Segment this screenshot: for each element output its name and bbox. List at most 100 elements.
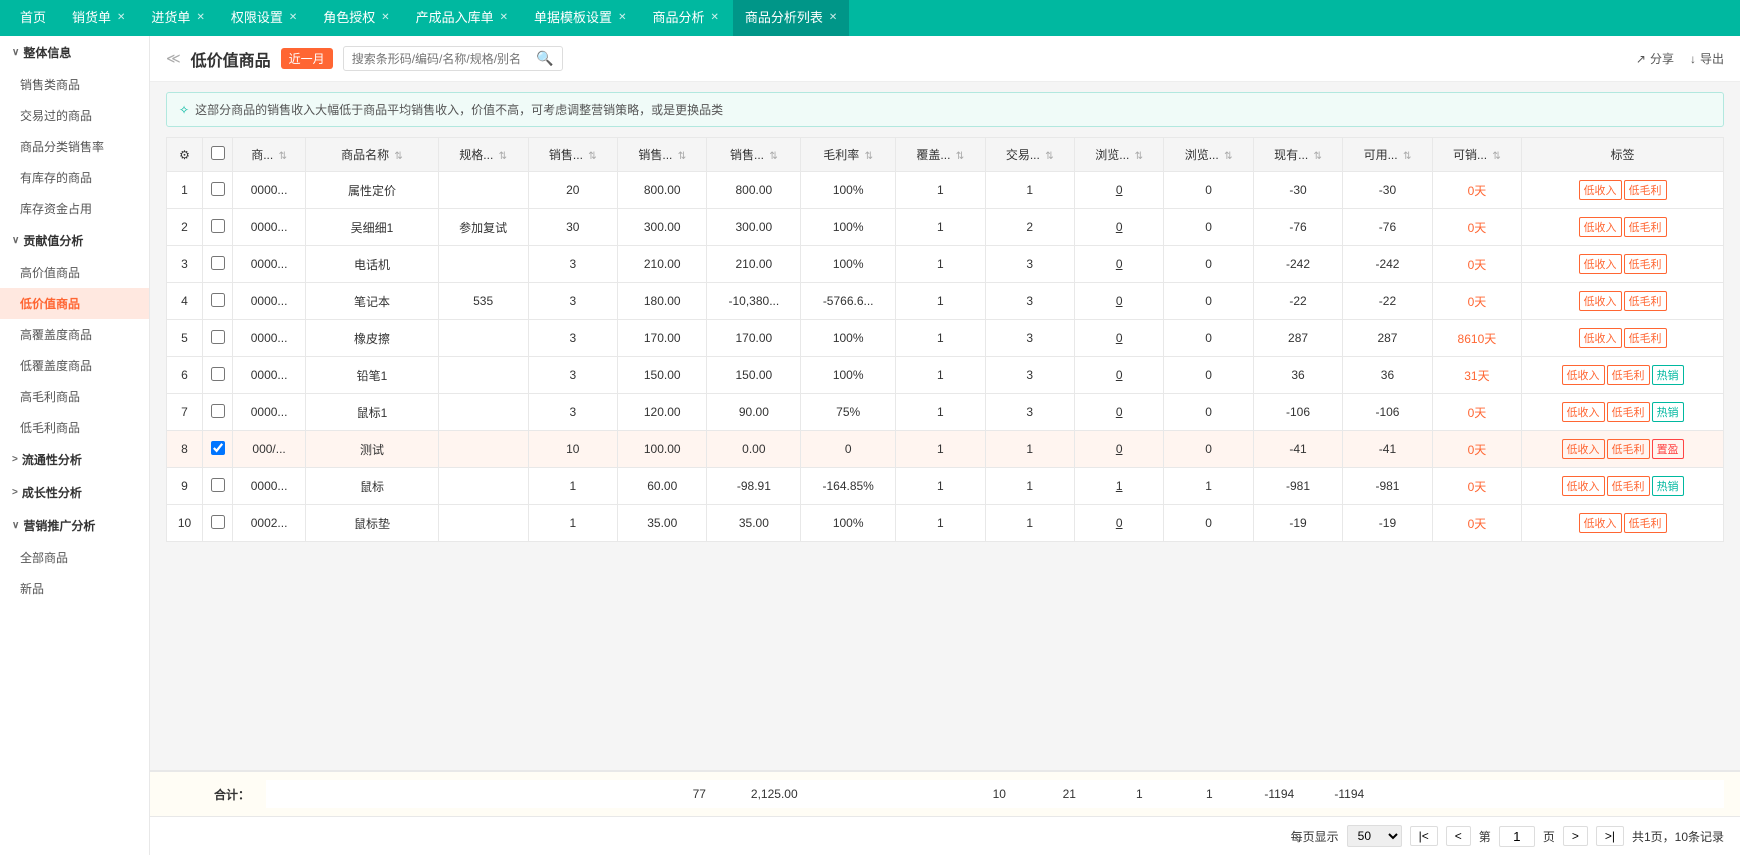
row-select-checkbox[interactable] xyxy=(211,367,225,381)
row-saleable: 0天 xyxy=(1432,246,1521,283)
row-trade: 3 xyxy=(985,246,1074,283)
browse-link[interactable]: 0 xyxy=(1116,183,1123,197)
days-badge: 0天 xyxy=(1468,258,1487,272)
th-saleable[interactable]: 可销... ⇅ xyxy=(1432,138,1521,172)
nav-permission-close[interactable]: ✕ xyxy=(289,0,297,36)
row-select-checkbox[interactable] xyxy=(211,182,225,196)
sidebar-item-in-stock[interactable]: 有库存的商品 xyxy=(0,162,149,193)
row-select-checkbox[interactable] xyxy=(211,256,225,270)
th-coverage[interactable]: 覆盖... ⇅ xyxy=(896,138,985,172)
row-browse2: 0 xyxy=(1164,505,1253,542)
tag-label: 低毛利 xyxy=(1607,365,1650,385)
nav-permission[interactable]: 权限设置 ✕ xyxy=(219,0,309,36)
th-browse2[interactable]: 浏览... ⇅ xyxy=(1164,138,1253,172)
row-select-checkbox[interactable] xyxy=(211,441,225,455)
th-settings[interactable]: ⚙ xyxy=(167,138,203,172)
row-sales-qty: 1 xyxy=(528,505,617,542)
sidebar-item-low-margin[interactable]: 低毛利商品 xyxy=(0,412,149,443)
nav-analysis-list[interactable]: 商品分析列表 ✕ xyxy=(733,0,849,36)
period-button[interactable]: 近一月 xyxy=(281,48,333,69)
row-tags: 低收入低毛利 xyxy=(1522,246,1724,283)
row-sales-profit: -10,380... xyxy=(707,283,801,320)
sidebar-item-high-value[interactable]: 高价值商品 xyxy=(0,257,149,288)
browse-link[interactable]: 0 xyxy=(1116,405,1123,419)
th-trade[interactable]: 交易... ⇅ xyxy=(985,138,1074,172)
export-button[interactable]: ↓ 导出 xyxy=(1690,50,1724,67)
sidebar-group-contribution[interactable]: ∨ 贡献值分析 xyxy=(0,224,149,257)
sidebar-item-stock-value[interactable]: 库存资金占用 xyxy=(0,193,149,224)
th-browse1[interactable]: 浏览... ⇅ xyxy=(1074,138,1163,172)
row-select-checkbox[interactable] xyxy=(211,293,225,307)
th-code[interactable]: 商... ⇅ xyxy=(233,138,306,172)
row-select-checkbox[interactable] xyxy=(211,330,225,344)
select-all-checkbox[interactable] xyxy=(211,146,225,160)
row-sales-profit: -98.91 xyxy=(707,468,801,505)
nav-home[interactable]: 首页 xyxy=(8,0,58,36)
nav-analysis-list-close[interactable]: ✕ xyxy=(829,0,837,36)
browse-link[interactable]: 0 xyxy=(1116,294,1123,308)
sidebar-collapse-icon[interactable]: ≪ xyxy=(166,50,181,67)
browse-link[interactable]: 0 xyxy=(1116,368,1123,382)
sidebar-item-traded[interactable]: 交易过的商品 xyxy=(0,100,149,131)
next-page-button[interactable]: > xyxy=(1563,826,1588,846)
row-select-checkbox[interactable] xyxy=(211,404,225,418)
row-select-checkbox[interactable] xyxy=(211,515,225,529)
nav-template[interactable]: 单据模板设置 ✕ xyxy=(522,0,638,36)
sidebar-group-growth[interactable]: > 成长性分析 xyxy=(0,476,149,509)
th-stock[interactable]: 现有... ⇅ xyxy=(1253,138,1342,172)
sidebar-item-all-goods[interactable]: 全部商品 xyxy=(0,542,149,573)
row-available: -41 xyxy=(1343,431,1432,468)
share-button[interactable]: ↗ 分享 xyxy=(1636,50,1674,67)
first-page-button[interactable]: |< xyxy=(1410,826,1438,846)
row-coverage: 1 xyxy=(896,505,985,542)
sidebar-group-overall[interactable]: ∨ 整体信息 xyxy=(0,36,149,69)
nav-analysis-close[interactable]: ✕ xyxy=(710,0,718,36)
browse-link[interactable]: 0 xyxy=(1116,220,1123,234)
nav-sales-close[interactable]: ✕ xyxy=(117,0,125,36)
nav-purchase-close[interactable]: ✕ xyxy=(196,0,204,36)
nav-instock[interactable]: 产成品入库单 ✕ xyxy=(404,0,520,36)
last-page-button[interactable]: >| xyxy=(1596,826,1624,846)
row-browse1: 0 xyxy=(1074,172,1163,209)
sidebar-item-new-goods[interactable]: 新品 xyxy=(0,573,149,604)
nav-analysis[interactable]: 商品分析 ✕ xyxy=(640,0,730,36)
nav-role[interactable]: 角色授权 ✕ xyxy=(311,0,401,36)
row-select-checkbox[interactable] xyxy=(211,219,225,233)
row-index: 1 xyxy=(167,172,203,209)
th-sales-qty[interactable]: 销售... ⇅ xyxy=(528,138,617,172)
sidebar-item-high-coverage[interactable]: 高覆盖度商品 xyxy=(0,319,149,350)
nav-purchase[interactable]: 进货单 ✕ xyxy=(139,0,216,36)
nav-template-close[interactable]: ✕ xyxy=(618,0,626,36)
browse-link[interactable]: 0 xyxy=(1116,516,1123,530)
sidebar-item-category-rate[interactable]: 商品分类销售率 xyxy=(0,131,149,162)
browse-link[interactable]: 0 xyxy=(1116,331,1123,345)
nav-instock-close[interactable]: ✕ xyxy=(500,0,508,36)
nav-sales[interactable]: 销货单 ✕ xyxy=(60,0,137,36)
th-name[interactable]: 商品名称 ⇅ xyxy=(306,138,439,172)
browse-link[interactable]: 0 xyxy=(1116,442,1123,456)
row-spec xyxy=(438,394,528,431)
th-gross-rate[interactable]: 毛利率 ⇅ xyxy=(801,138,896,172)
per-page-select[interactable]: 50 100 200 xyxy=(1347,825,1402,847)
nav-role-close[interactable]: ✕ xyxy=(381,0,389,36)
th-available[interactable]: 可用... ⇅ xyxy=(1343,138,1432,172)
sidebar-item-sales-goods[interactable]: 销售类商品 xyxy=(0,69,149,100)
sidebar-group-marketing[interactable]: ∨ 营销推广分析 xyxy=(0,509,149,542)
sidebar-item-high-margin[interactable]: 高毛利商品 xyxy=(0,381,149,412)
th-spec[interactable]: 规格... ⇅ xyxy=(438,138,528,172)
sidebar-group-flow[interactable]: > 流通性分析 xyxy=(0,443,149,476)
browse-link[interactable]: 0 xyxy=(1116,257,1123,271)
th-tags: 标签 xyxy=(1522,138,1724,172)
row-checkbox xyxy=(203,209,233,246)
page-number-input[interactable] xyxy=(1499,826,1535,847)
sidebar-item-low-coverage[interactable]: 低覆盖度商品 xyxy=(0,350,149,381)
content-area: ≪ 低价值商品 近一月 🔍 ↗ 分享 ↓ 导出 ✧ xyxy=(150,36,1740,855)
th-sales-amt[interactable]: 销售... ⇅ xyxy=(618,138,707,172)
row-select-checkbox[interactable] xyxy=(211,478,225,492)
prev-page-button[interactable]: < xyxy=(1446,826,1471,846)
sidebar-item-low-value[interactable]: 低价值商品 xyxy=(0,288,149,319)
browse-link[interactable]: 1 xyxy=(1116,479,1123,493)
th-sales-profit[interactable]: 销售... ⇅ xyxy=(707,138,801,172)
row-spec xyxy=(438,320,528,357)
search-input[interactable] xyxy=(352,52,531,66)
